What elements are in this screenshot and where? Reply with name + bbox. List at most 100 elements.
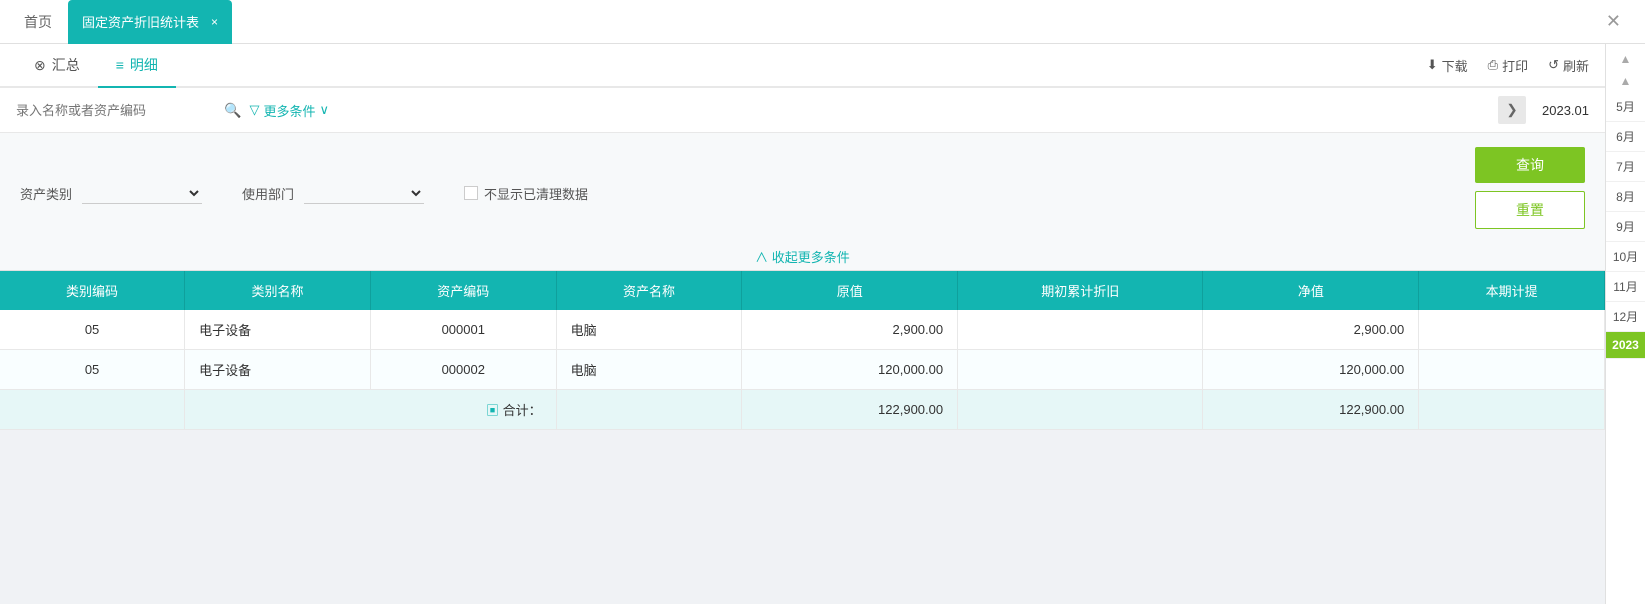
tab-summary-label: 汇总: [52, 55, 80, 75]
row1-asset-name: 电脑: [556, 310, 742, 350]
download-button[interactable]: ⬇ 下载: [1427, 56, 1468, 75]
total-original-value: 122,900.00: [742, 390, 958, 430]
detail-icon: ≡: [116, 57, 124, 73]
row2-acc-depreciation: [958, 350, 1203, 390]
top-nav: 首页 固定资产折旧统计表 × ✕: [0, 0, 1645, 44]
row1-asset-code: 000001: [370, 310, 556, 350]
refresh-label: 刷新: [1563, 56, 1589, 75]
col-asset-code: 资产编码: [370, 271, 556, 310]
row2-net-value: 120,000.00: [1203, 350, 1419, 390]
date-display: 2023.01: [1542, 103, 1589, 118]
row1-net-value: 2,900.00: [1203, 310, 1419, 350]
sidebar-year[interactable]: 2023: [1606, 332, 1645, 359]
sidebar-month-7[interactable]: 7月: [1606, 152, 1645, 182]
col-category-name: 类别名称: [185, 271, 371, 310]
data-table: 类别编码 类别名称 资产编码 资产名称 原值 期初累计折旧 净值 本期计提 05…: [0, 271, 1605, 430]
department-filter: 使用部门: [242, 182, 424, 204]
toolbar-actions: ⬇ 下载 ⎙ 打印 ↺ 刷新: [1427, 56, 1589, 75]
expand-arrow-button[interactable]: ❯: [1498, 96, 1526, 124]
summary-icon: ⊗: [34, 57, 46, 74]
tab-summary[interactable]: ⊗ 汇总: [16, 44, 98, 88]
print-icon: ⎙: [1488, 57, 1498, 73]
window-close-button[interactable]: ✕: [1598, 7, 1629, 36]
tab-label: 固定资产折旧统计表: [82, 12, 199, 31]
collapse-label: 收起更多条件: [772, 250, 850, 265]
total-acc-depreciation: [958, 390, 1203, 430]
row2-current-period: [1419, 350, 1605, 390]
filter-buttons: 查询 重置: [1475, 147, 1585, 239]
sidebar-month-9[interactable]: 9月: [1606, 212, 1645, 242]
main-content: ⊗ 汇总 ≡ 明细 ⬇ 下载 ⎙ 打印 ↺ 刷新 🔍 ▽ 更: [0, 44, 1605, 430]
table-row: 05 电子设备 000001 电脑 2,900.00 2,900.00: [0, 310, 1605, 350]
table-container: 类别编码 类别名称 资产编码 资产名称 原值 期初累计折旧 净值 本期计提 05…: [0, 271, 1605, 430]
active-tab[interactable]: 固定资产折旧统计表 ×: [68, 0, 232, 44]
row2-original-value: 120,000.00: [742, 350, 958, 390]
table-row: 05 电子设备 000002 电脑 120,000.00 120,000.00: [0, 350, 1605, 390]
sidebar-scroll-up[interactable]: ▲: [1606, 48, 1645, 70]
chevron-down-icon: ∨: [319, 102, 329, 118]
row1-acc-depreciation: [958, 310, 1203, 350]
col-net-value: 净值: [1203, 271, 1419, 310]
sidebar-month-11[interactable]: 11月: [1606, 272, 1645, 302]
col-asset-name: 资产名称: [556, 271, 742, 310]
table-header-row: 类别编码 类别名称 资产编码 资产名称 原值 期初累计折旧 净值 本期计提: [0, 271, 1605, 310]
total-icon: ▣: [486, 403, 503, 418]
more-conditions-button[interactable]: ▽ 更多条件 ∨: [249, 101, 329, 120]
reset-button[interactable]: 重置: [1475, 191, 1585, 229]
department-select[interactable]: [304, 182, 424, 204]
row2-asset-code: 000002: [370, 350, 556, 390]
col-category-code: 类别编码: [0, 271, 185, 310]
sidebar-month-12[interactable]: 12月: [1606, 302, 1645, 332]
row1-original-value: 2,900.00: [742, 310, 958, 350]
asset-category-label: 资产类别: [20, 184, 72, 203]
total-empty-2: [556, 390, 742, 430]
search-icon[interactable]: 🔍: [224, 102, 241, 119]
asset-category-filter: 资产类别: [20, 182, 202, 204]
total-empty-1: [0, 390, 185, 430]
filter-row: 资产类别 使用部门 不显示已清理数据 查询 重置: [20, 147, 1585, 239]
total-current-period: [1419, 390, 1605, 430]
refresh-button[interactable]: ↺ 刷新: [1548, 56, 1589, 75]
hide-cleared-filter: 不显示已清理数据: [464, 184, 588, 203]
filter-area: 资产类别 使用部门 不显示已清理数据 查询 重置 ∧ 收起: [0, 133, 1605, 271]
download-icon: ⬇: [1427, 57, 1438, 73]
sidebar-month-6[interactable]: 6月: [1606, 122, 1645, 152]
query-button[interactable]: 查询: [1475, 147, 1585, 183]
hide-cleared-checkbox[interactable]: [464, 186, 478, 200]
collapse-up-icon: ∧: [755, 250, 772, 265]
sidebar-month-10[interactable]: 10月: [1606, 242, 1645, 272]
sidebar-month-8[interactable]: 8月: [1606, 182, 1645, 212]
collapse-bar[interactable]: ∧ 收起更多条件: [20, 239, 1585, 270]
print-button[interactable]: ⎙ 打印: [1488, 56, 1528, 75]
refresh-icon: ↺: [1548, 57, 1559, 73]
filter-icon: ▽: [249, 102, 259, 118]
row2-category-name: 电子设备: [185, 350, 371, 390]
search-input[interactable]: [16, 103, 216, 118]
sidebar-month-5[interactable]: 5月: [1606, 92, 1645, 122]
search-bar: 🔍 ▽ 更多条件 ∨ ❯ 2023.01: [0, 88, 1605, 133]
col-original-value: 原值: [742, 271, 958, 310]
row2-category-code: 05: [0, 350, 185, 390]
total-net-value: 122,900.00: [1203, 390, 1419, 430]
download-label: 下载: [1442, 56, 1468, 75]
print-label: 打印: [1502, 56, 1528, 75]
right-sidebar: ▲ ▲ 5月 6月 7月 8月 9月 10月 11月 12月 2023: [1605, 44, 1645, 604]
tab-close-icon[interactable]: ×: [211, 15, 218, 29]
col-acc-depreciation: 期初累计折旧: [958, 271, 1203, 310]
home-link[interactable]: 首页: [16, 8, 60, 36]
hide-cleared-label: 不显示已清理数据: [484, 184, 588, 203]
sub-tabs-bar: ⊗ 汇总 ≡ 明细 ⬇ 下载 ⎙ 打印 ↺ 刷新: [0, 44, 1605, 88]
row2-asset-name: 电脑: [556, 350, 742, 390]
tab-detail[interactable]: ≡ 明细: [98, 44, 176, 88]
tab-detail-label: 明细: [130, 55, 158, 75]
row1-category-name: 电子设备: [185, 310, 371, 350]
total-label: 合计：: [503, 403, 542, 418]
asset-category-select[interactable]: [82, 182, 202, 204]
row1-current-period: [1419, 310, 1605, 350]
total-label-cell: ▣ 合计：: [185, 390, 557, 430]
more-conditions-label: 更多条件: [263, 101, 315, 120]
total-row: ▣ 合计： 122,900.00 122,900.00: [0, 390, 1605, 430]
sidebar-scroll-up2[interactable]: ▲: [1606, 70, 1645, 92]
department-label: 使用部门: [242, 184, 294, 203]
col-current-period: 本期计提: [1419, 271, 1605, 310]
